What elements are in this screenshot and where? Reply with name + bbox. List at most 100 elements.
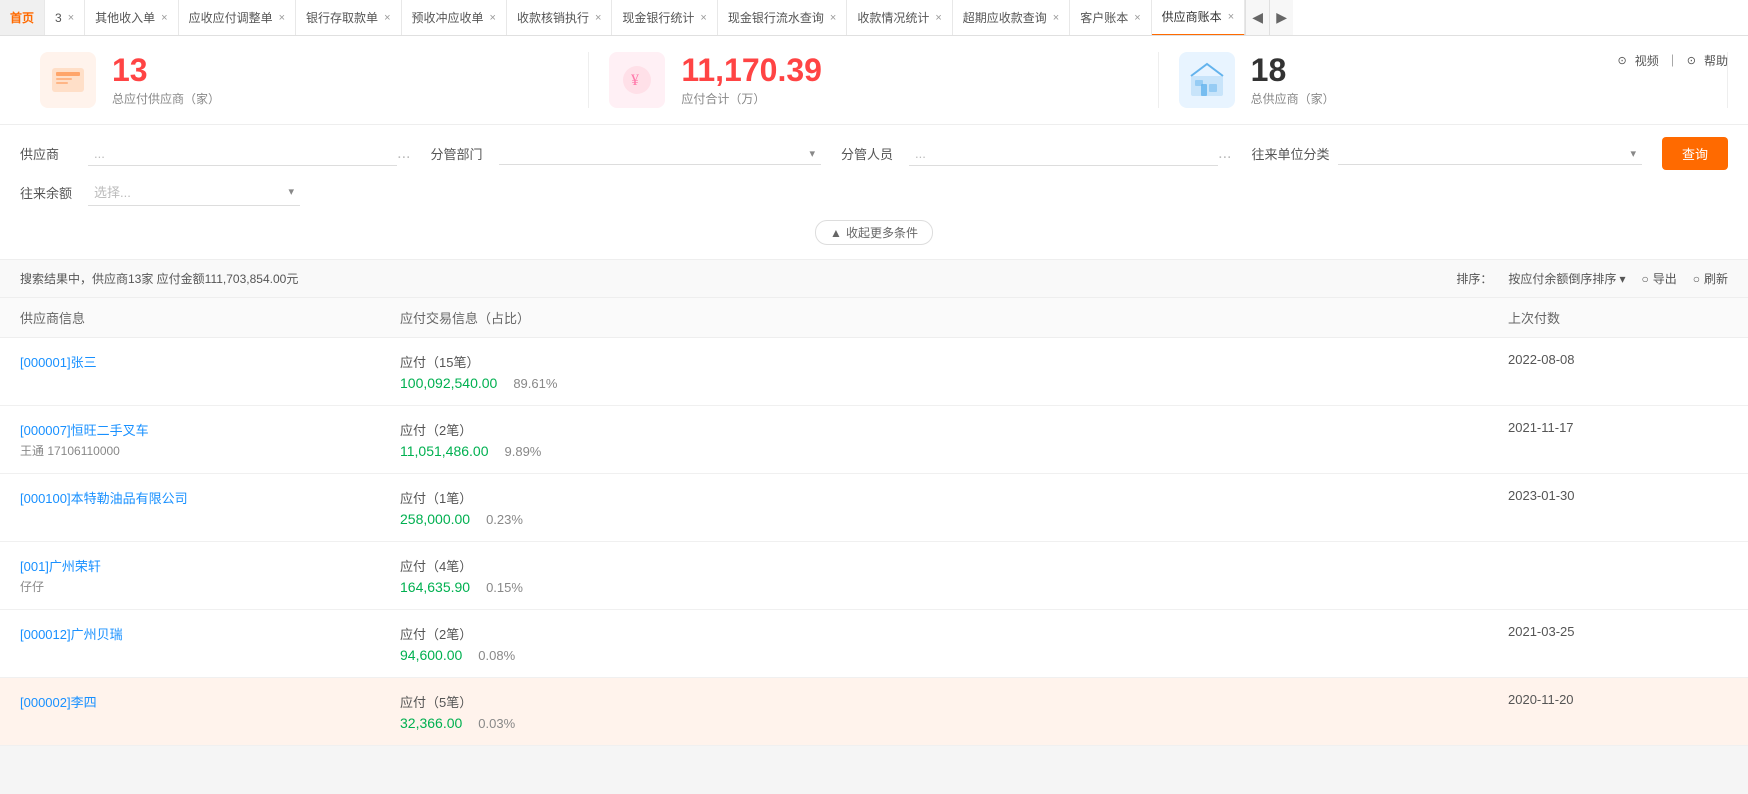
balance-filter-select[interactable]: 选择... ▾ [88, 178, 300, 206]
nav-tab-3-close[interactable]: × [68, 12, 74, 24]
help-link[interactable]: 帮助 [1704, 52, 1728, 69]
nav-tab-adjust[interactable]: 应收应付调整单 × [179, 0, 296, 36]
supplier-link-4[interactable]: [000012]广州贝瑞 [20, 627, 123, 642]
supplier-filter-input[interactable] [88, 142, 397, 166]
stat-payable-suppliers: 13 总应付供应商（家） [20, 52, 589, 108]
help-icon: ⊙ [1687, 54, 1696, 67]
nav-tab-customer-label: 客户账本 [1080, 9, 1128, 26]
supplier-table: 供应商信息 应付交易信息（占比） 上次付数 [000001]张三 应付（15笔）… [0, 298, 1748, 746]
nav-tab-cash-query-label: 现金银行流水查询 [728, 9, 824, 26]
supplier-link-0[interactable]: [000001]张三 [20, 355, 97, 370]
category-filter-select[interactable]: ▾ [1338, 143, 1642, 165]
sort-value[interactable]: 按应付余额倒序排序 ▾ [1508, 270, 1625, 287]
result-bar-right: 排序： 按应付余额倒序排序 ▾ ○ 导出 ○ 刷新 [1456, 270, 1728, 287]
stat-payable-amount: ¥ 11,170.39 应付合计（万） [589, 52, 1158, 108]
nav-tab-verify[interactable]: 收款核销执行 × [507, 0, 612, 36]
nav-tab-other-income-close[interactable]: × [161, 12, 167, 24]
total-suppliers-number: 18 [1251, 54, 1335, 86]
balance-select-value: 选择... [94, 182, 131, 201]
trans-label-5: 应付（5笔） [400, 695, 472, 710]
nav-tab-receipt-stat-close[interactable]: × [935, 12, 941, 24]
trans-amount-2[interactable]: 258,000.00 [400, 511, 470, 527]
export-label: 导出 [1653, 270, 1677, 287]
table-row: [000001]张三 应付（15笔） 100,092,540.00 89.61%… [0, 338, 1748, 406]
nav-tab-customer[interactable]: 客户账本 × [1070, 0, 1151, 36]
trans-label-0: 应付（15笔） [400, 355, 479, 370]
nav-tab-cash-stat-close[interactable]: × [700, 12, 706, 24]
nav-tab-customer-close[interactable]: × [1134, 12, 1140, 24]
nav-tab-home-label: 首页 [10, 9, 34, 26]
nav-tab-supplier-book-close[interactable]: × [1228, 11, 1234, 23]
supplier-col-0: [000001]张三 [20, 352, 400, 371]
export-button[interactable]: ○ 导出 [1641, 270, 1676, 287]
last-payment-col-2: 2023-01-30 [1508, 488, 1728, 503]
supplier-filter-dots[interactable]: ... [397, 145, 410, 163]
nav-tab-supplier-book[interactable]: 供应商账本 × [1152, 0, 1245, 36]
payable-suppliers-number: 13 [112, 54, 220, 86]
nav-tab-home[interactable]: 首页 [0, 0, 45, 36]
balance-chevron-down-icon: ▾ [288, 185, 294, 198]
nav-tab-3-label: 3 [55, 11, 62, 25]
nav-tab-receipt-stat[interactable]: 收款情况统计 × [847, 0, 952, 36]
nav-tab-overdue-close[interactable]: × [1053, 12, 1059, 24]
amount-stat-icon: ¥ [609, 52, 665, 108]
svg-text:¥: ¥ [631, 72, 639, 89]
video-link[interactable]: 视频 [1635, 52, 1659, 69]
refresh-label: 刷新 [1704, 270, 1728, 287]
transaction-col-1: 应付（2笔） 11,051,486.00 9.89% [400, 420, 1508, 459]
last-payment-col-5: 2020-11-20 [1508, 692, 1728, 707]
refresh-button[interactable]: ○ 刷新 [1693, 270, 1728, 287]
nav-tab-verify-close[interactable]: × [595, 12, 601, 24]
trans-amount-1[interactable]: 11,051,486.00 [400, 443, 489, 459]
table-row: [000002]李四 应付（5笔） 32,366.00 0.03% 2020-1… [0, 678, 1748, 746]
trans-percent-0: 89.61% [513, 376, 573, 391]
nav-tab-prepay-close[interactable]: × [490, 12, 496, 24]
nav-left-arrow[interactable]: ◀ [1245, 0, 1269, 36]
supplier-link-2[interactable]: [000100]本特勒油品有限公司 [20, 491, 188, 506]
trans-amount-3[interactable]: 164,635.90 [400, 579, 470, 595]
query-button[interactable]: 查询 [1662, 137, 1728, 170]
nav-tab-overdue[interactable]: 超期应收款查询 × [953, 0, 1070, 36]
dept-filter-select[interactable]: ▾ [499, 143, 822, 165]
supplier-link-5[interactable]: [000002]李四 [20, 695, 97, 710]
trans-percent-2: 0.23% [486, 512, 546, 527]
supplier-col-1: [000007]恒旺二手叉车 王通 17106110000 [20, 420, 400, 459]
result-summary: 搜索结果中，供应商13家 应付金额111,703,854.00元 [20, 270, 298, 287]
stats-bar: 13 总应付供应商（家） ¥ 11,170.39 应付合计（万） [0, 36, 1748, 125]
total-suppliers-label: 总供应商（家） [1251, 90, 1335, 107]
supplier-link-3[interactable]: [001]广州荣轩 [20, 559, 101, 574]
sort-label: 排序： [1456, 270, 1492, 287]
last-payment-col-4: 2021-03-25 [1508, 624, 1728, 639]
person-filter-dots[interactable]: ... [1218, 145, 1231, 163]
filter-dept: 分管部门 ▾ [431, 143, 822, 165]
nav-tab-other-income[interactable]: 其他收入单 × [85, 0, 178, 36]
nav-tab-adjust-close[interactable]: × [279, 12, 285, 24]
nav-tab-prepay[interactable]: 预收冲应收单 × [402, 0, 507, 36]
last-payment-col-0: 2022-08-08 [1508, 352, 1728, 367]
supplier-link-1[interactable]: [000007]恒旺二手叉车 [20, 423, 149, 438]
nav-tab-bank-close[interactable]: × [384, 12, 390, 24]
trans-amount-5[interactable]: 32,366.00 [400, 715, 462, 731]
transaction-col-4: 应付（2笔） 94,600.00 0.08% [400, 624, 1508, 663]
trans-amount-4[interactable]: 94,600.00 [400, 647, 462, 663]
dept-chevron-down-icon: ▾ [809, 147, 815, 160]
header-last-payment: 上次付数 [1508, 308, 1728, 327]
supplier-col-3: [001]广州荣轩 仔仔 [20, 556, 400, 595]
collapse-button[interactable]: ▲ 收起更多条件 [815, 220, 933, 245]
nav-tab-cash-stat[interactable]: 现金银行统计 × [612, 0, 717, 36]
nav-right-arrow[interactable]: ▶ [1269, 0, 1293, 36]
person-filter-input[interactable] [909, 142, 1218, 166]
nav-tab-supplier-book-label: 供应商账本 [1162, 8, 1222, 25]
trans-percent-1: 9.89% [505, 444, 565, 459]
trans-amount-0[interactable]: 100,092,540.00 [400, 375, 497, 391]
refresh-icon: ○ [1693, 272, 1700, 286]
nav-tab-cash-query-close[interactable]: × [830, 12, 836, 24]
trans-percent-5: 0.03% [478, 716, 538, 731]
video-icon: ⊙ [1618, 54, 1627, 67]
nav-tab-bank[interactable]: 银行存取款单 × [296, 0, 401, 36]
nav-tab-cash-query[interactable]: 现金银行流水查询 × [718, 0, 847, 36]
nav-tab-3[interactable]: 3 × [45, 0, 85, 36]
store-stat-icon [1179, 52, 1235, 108]
sort-value-text: 按应付余额倒序排序 [1508, 270, 1616, 287]
supplier-sub-1: 王通 17106110000 [20, 442, 400, 459]
